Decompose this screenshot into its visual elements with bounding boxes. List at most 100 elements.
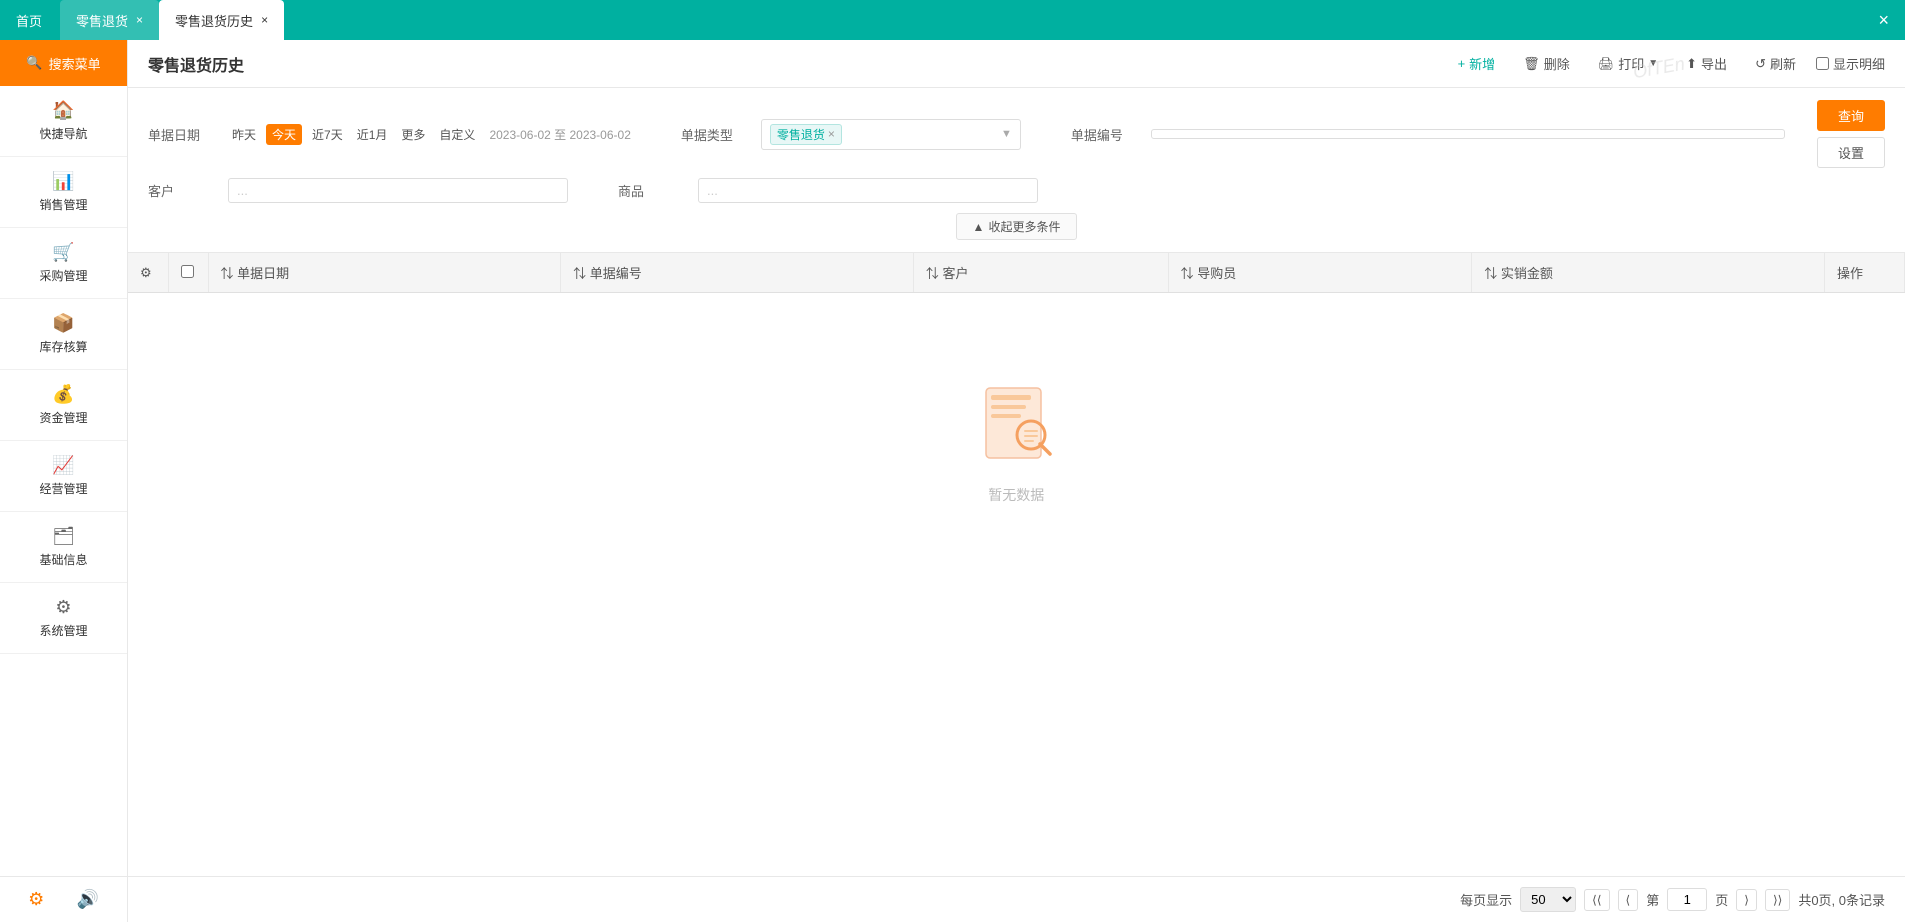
sidebar-item-inventory[interactable]: 📦 库存核算 [0,299,127,370]
sidebar-item-operation-label: 经营管理 [39,480,87,497]
collapse-icon: ▲ [973,220,985,234]
th-customer: ⇅ 客户 [913,253,1168,293]
sidebar-item-system-label: 系统管理 [39,622,87,639]
sidebar-item-sales-label: 销售管理 [39,196,87,213]
date-filter-label: 单据日期 [148,125,208,144]
new-button[interactable]: + 新增 [1450,50,1504,77]
query-button[interactable]: 查询 [1817,100,1885,131]
tab-retail-history-label: 零售退货历史 [175,11,253,30]
sidebar-item-basic-info[interactable]: 🗂 基础信息 [0,512,127,583]
collapse-button[interactable]: ▲ 收起更多条件 [956,213,1078,240]
page-label-suffix: 页 [1715,890,1728,909]
total-info: 共0页, 0条记录 [1798,890,1885,909]
print-label: 打印 [1618,54,1644,73]
next-page-button[interactable]: ⟩ [1736,889,1757,911]
operation-icon: 📈 [52,455,74,476]
bill-type-tag-text: 零售退货 [777,126,825,143]
refresh-icon: ↺ [1755,56,1766,72]
first-page-button[interactable]: ⟨⟨ [1584,889,1609,911]
bill-no-input[interactable] [1151,129,1785,139]
sidebar-item-operation[interactable]: 📈 经营管理 [0,441,127,512]
current-page-input[interactable]: 1 [1667,888,1707,911]
settings-icon[interactable]: ⚙ [28,889,44,910]
set-button[interactable]: 设置 [1817,137,1885,168]
empty-state: 暂无数据 [128,293,1905,585]
content-area: 零售退货历史 + 新增 🗑 删除 🖨 打印 ▼ ⬆ 导出 [128,40,1905,922]
last-page-button[interactable]: ⟩⟩ [1765,889,1790,911]
bill-type-dropdown-icon: ▼ [1001,128,1012,140]
show-detail-checkbox[interactable] [1816,57,1829,70]
date-range-display: 2023-06-02 至 2023-06-02 [489,126,630,143]
sidebar-item-purchase[interactable]: 🛒 采购管理 [0,228,127,299]
sidebar-search-label: 搜索菜单 [49,54,101,73]
date-opt-1month[interactable]: 近1月 [353,124,392,145]
window-close-button[interactable]: × [1862,10,1905,31]
tab-retail-return-close[interactable]: × [136,13,143,27]
date-opt-custom[interactable]: 自定义 [435,124,479,145]
export-label: 导出 [1701,54,1727,73]
goods-input[interactable]: ... [698,178,1038,203]
sidebar-item-inventory-label: 库存核算 [39,338,87,355]
th-gear[interactable]: ⚙ [128,253,168,293]
new-icon: + [1458,56,1466,71]
date-options: 昨天 今天 近7天 近1月 更多 自定义 2023-06-02 至 2023-0… [228,124,631,145]
sidebar-item-finance-label: 资金管理 [39,409,87,426]
th-no: ⇅ 单据编号 [561,253,914,293]
sidebar-item-quick-nav[interactable]: 🏠 快捷导航 [0,86,127,157]
refresh-label: 刷新 [1770,54,1796,73]
sales-icon: 📊 [52,171,74,192]
bill-no-label: 单据编号 [1071,125,1131,144]
customer-filter-label: 客户 [148,181,208,200]
tab-retail-return[interactable]: 零售退货 × [60,0,159,40]
page-size-select[interactable]: 50 20 100 [1520,887,1576,912]
tab-home-label: 首页 [16,11,42,30]
tab-retail-history-close[interactable]: × [261,13,268,27]
sidebar-item-purchase-label: 采购管理 [39,267,87,284]
sidebar-item-quick-nav-label: 快捷导航 [39,125,87,142]
th-date-label: ⇅ 单据日期 [221,266,290,281]
show-detail-checkbox-label[interactable]: 显示明细 [1816,54,1885,73]
customer-placeholder: ... [237,183,248,198]
bill-type-select[interactable]: 零售退货 × ▼ [761,119,1021,150]
sidebar-item-sales[interactable]: 📊 销售管理 [0,157,127,228]
date-opt-more[interactable]: 更多 [397,124,429,145]
export-button[interactable]: ⬆ 导出 [1678,50,1735,77]
sidebar-item-finance[interactable]: 💰 资金管理 [0,370,127,441]
prev-page-button[interactable]: ⟨ [1618,889,1639,911]
speaker-icon[interactable]: 🔊 [76,889,98,910]
th-actions: 操作 [1825,253,1905,293]
date-opt-today[interactable]: 今天 [266,124,302,145]
show-detail-label: 显示明细 [1833,54,1885,73]
tab-home[interactable]: 首页 [0,0,58,40]
date-opt-7days[interactable]: 近7天 [308,124,347,145]
th-checkbox[interactable] [168,253,208,293]
pagination-bar: 每页显示 50 20 100 ⟨⟨ ⟨ 第 1 页 ⟩ ⟩⟩ 共0页, 0条记录 [128,876,1905,922]
data-table: ⚙ ⇅ 单据日期 ⇅ 单据编号 ⇅ 客户 [128,253,1905,585]
basic-info-icon: 🗂 [52,526,75,547]
sidebar-item-basic-info-label: 基础信息 [39,551,87,568]
collapse-row: ▲ 收起更多条件 [148,213,1885,240]
table-header: ⚙ ⇅ 单据日期 ⇅ 单据编号 ⇅ 客户 [128,253,1905,293]
page-label-prefix: 第 [1646,890,1659,909]
print-button[interactable]: 🖨 打印 ▼ [1590,50,1666,77]
tab-retail-history[interactable]: 零售退货历史 × [159,0,284,40]
empty-text: 暂无数据 [988,485,1044,505]
page-header: 零售退货历史 + 新增 🗑 删除 🖨 打印 ▼ ⬆ 导出 [128,40,1905,88]
goods-filter-label: 商品 [618,181,678,200]
empty-row: 暂无数据 [128,293,1905,586]
filter-row-2: 客户 ... 商品 ... [148,178,1885,203]
th-customer-label: ⇅ 客户 [926,266,969,281]
delete-label: 删除 [1544,54,1570,73]
bill-type-tag-close[interactable]: × [828,127,835,141]
sidebar-item-system[interactable]: ⚙ 系统管理 [0,583,127,654]
collapse-label: 收起更多条件 [988,218,1060,235]
customer-input[interactable]: ... [228,178,568,203]
date-opt-yesterday[interactable]: 昨天 [228,124,260,145]
sidebar-search[interactable]: 🔍 搜索菜单 [0,40,127,86]
delete-button[interactable]: 🗑 删除 [1515,50,1578,77]
refresh-button[interactable]: ↺ 刷新 [1747,50,1804,77]
select-all-checkbox[interactable] [181,265,194,278]
empty-illustration [966,373,1066,473]
empty-cell: 暂无数据 [128,293,1905,586]
toolbar: + 新增 🗑 删除 🖨 打印 ▼ ⬆ 导出 ↺ 刷新 [1450,50,1885,77]
